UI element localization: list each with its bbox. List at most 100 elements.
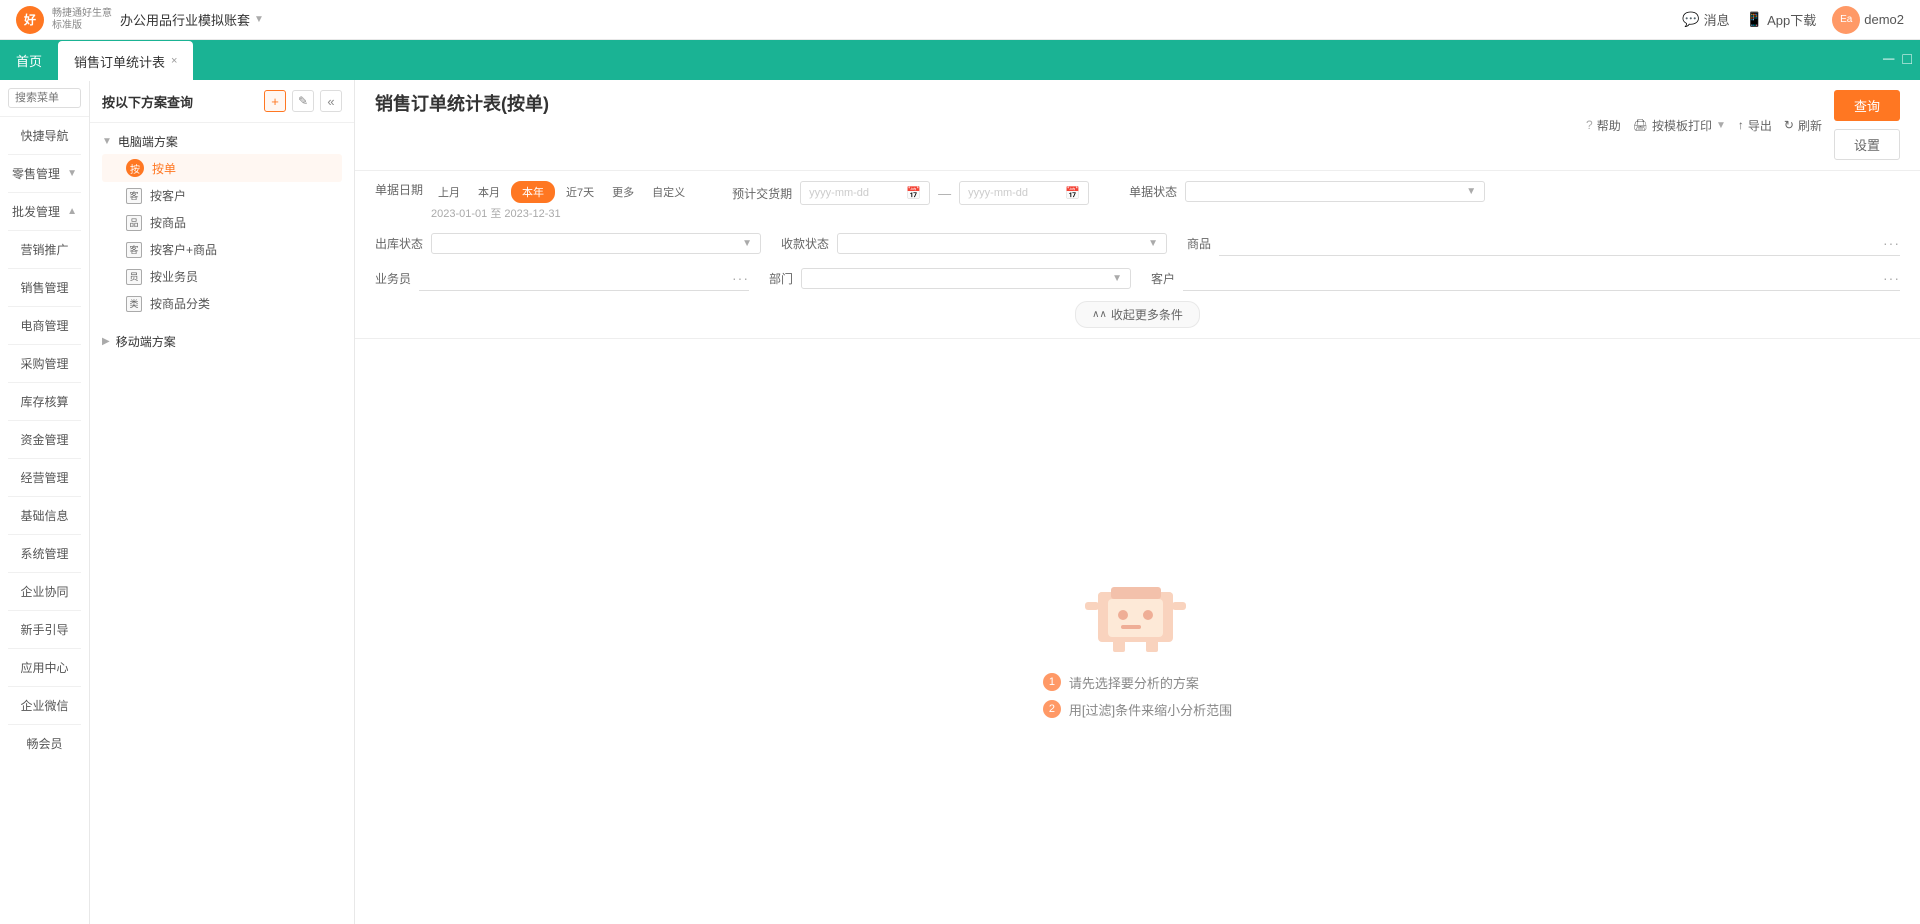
tab-close-btn[interactable]: × [171, 55, 177, 67]
message-btn[interactable]: 💬 消息 [1682, 10, 1729, 29]
refresh-btn[interactable]: ↻ 刷新 [1784, 117, 1822, 134]
sidebar-item-sales[interactable]: 销售管理 [0, 269, 89, 306]
customer-input[interactable]: ··· [1183, 266, 1900, 291]
customer-more-icon[interactable]: ··· [1883, 270, 1900, 286]
filter-area: 单据日期 上月 本月 本年 近7天 更多 自定义 2023-01-01 至 20… [355, 171, 1920, 339]
page-title: 销售订单统计表(按单) [375, 90, 549, 128]
calendar-end-icon: 📅 [1065, 186, 1080, 200]
date-btn-more[interactable]: 更多 [605, 181, 641, 203]
sidebar-item-newbie[interactable]: 新手引导 [0, 611, 89, 648]
date-btn-last-month[interactable]: 上月 [431, 181, 467, 203]
sidebar-item-inventory[interactable]: 库存核算 [0, 383, 89, 420]
pc-group-expand-icon: ▼ [102, 136, 112, 147]
main-layout: 快捷导航 零售管理 ▼ 批发管理 ▲ 营销推广 销售管理 电商管理 采购管理 库… [0, 80, 1920, 924]
collapse-panel-btn[interactable]: « [320, 90, 342, 112]
user-profile[interactable]: Ea demo2 [1832, 6, 1904, 34]
date-btn-this-month[interactable]: 本月 [471, 181, 507, 203]
tab-bar: 首页 销售订单统计表 × ─ □ [0, 40, 1920, 80]
customer-label: 客户 [1151, 270, 1175, 287]
edit-scheme-btn[interactable]: ✎ [292, 90, 314, 112]
tab-home[interactable]: 首页 [0, 40, 58, 80]
goods-input[interactable]: ··· [1219, 231, 1900, 256]
tip-num-1: 1 [1043, 673, 1061, 691]
empty-illustration [1073, 537, 1203, 657]
print-btn[interactable]: 🖨 按模板打印 ▼ [1633, 117, 1726, 134]
staff-input[interactable]: ··· [419, 266, 749, 291]
tab-minimize-btn[interactable]: ─ [1883, 51, 1894, 69]
sidebar-item-wechat[interactable]: 企业微信 [0, 687, 89, 724]
tab-maximize-btn[interactable]: □ [1902, 51, 1912, 69]
filter-row-1: 单据日期 上月 本月 本年 近7天 更多 自定义 2023-01-01 至 20… [375, 181, 1900, 221]
sidebar: 快捷导航 零售管理 ▼ 批发管理 ▲ 营销推广 销售管理 电商管理 采购管理 库… [0, 80, 90, 924]
dept-select[interactable]: ▼ [801, 268, 1131, 289]
sidebar-item-basic[interactable]: 基础信息 [0, 497, 89, 534]
collapse-icon: ∧∧ [1092, 309, 1107, 320]
delivery-select[interactable]: ▼ [431, 233, 761, 254]
scheme-by-customer-icon: 客 [126, 188, 142, 204]
sidebar-item-finance[interactable]: 资金管理 [0, 421, 89, 458]
scheme-item-by-staff[interactable]: 员 按业务员 [102, 263, 342, 290]
sidebar-item-ecommerce[interactable]: 电商管理 [0, 307, 89, 344]
date-separator: — [938, 186, 951, 201]
expected-date-end[interactable]: yyyy-mm-dd 📅 [959, 181, 1089, 205]
scheme-item-by-goods[interactable]: 品 按商品 [102, 209, 342, 236]
date-filter-label: 单据日期 [375, 181, 423, 198]
logo-icon: 好 [16, 6, 44, 34]
collapse-btn[interactable]: ∧∧ 收起更多条件 [1075, 301, 1200, 328]
sidebar-item-appstore[interactable]: 应用中心 [0, 649, 89, 686]
date-btn-last-7[interactable]: 近7天 [559, 181, 601, 203]
help-btn[interactable]: ? 帮助 [1586, 117, 1621, 134]
staff-more-icon[interactable]: ··· [732, 270, 749, 286]
dept-label: 部门 [769, 270, 793, 287]
scheme-group-mobile-header[interactable]: ▶ 移动端方案 [102, 329, 342, 354]
sidebar-item-quick-nav[interactable]: 快捷导航 [0, 117, 89, 154]
phone-icon: 📱 [1746, 11, 1763, 28]
tab-bar-actions: ─ □ [1883, 51, 1920, 69]
query-button[interactable]: 查询 [1834, 90, 1900, 121]
app-download-btn[interactable]: 📱 App下载 [1746, 10, 1817, 29]
scheme-group-mobile: ▶ 移动端方案 [90, 323, 354, 360]
scheme-by-order-icon: 按 [126, 159, 144, 177]
workspace-selector[interactable]: 办公用品行业模拟账套 ▼ [120, 10, 264, 29]
sidebar-item-retail[interactable]: 零售管理 ▼ [0, 155, 89, 192]
scheme-item-by-order[interactable]: 按 按单 [102, 154, 342, 182]
app-title: 畅捷通好生意 标准版 [52, 8, 112, 32]
payment-select[interactable]: ▼ [837, 233, 1167, 254]
goods-label: 商品 [1187, 235, 1211, 252]
settings-button[interactable]: 设置 [1834, 129, 1900, 160]
wholesale-expand-icon: ▲ [67, 206, 77, 217]
expected-date-start[interactable]: yyyy-mm-dd 📅 [800, 181, 930, 205]
scheme-by-goods-icon: 品 [126, 215, 142, 231]
print-icon: 🖨 [1633, 118, 1648, 132]
export-icon: ↑ [1738, 118, 1744, 132]
sidebar-item-purchase[interactable]: 采购管理 [0, 345, 89, 382]
scheme-by-cust-goods-icon: 客 [126, 242, 142, 258]
sidebar-item-wholesale[interactable]: 批发管理 ▲ [0, 193, 89, 230]
date-btn-custom[interactable]: 自定义 [645, 181, 692, 203]
top-bar-left: 好 畅捷通好生意 标准版 办公用品行业模拟账套 ▼ [16, 6, 264, 34]
add-scheme-btn[interactable]: + [264, 90, 286, 112]
expected-date-label: 预计交货期 [732, 185, 792, 202]
sidebar-item-members[interactable]: 畅会员 [0, 725, 89, 762]
scheme-group-pc-header[interactable]: ▼ 电脑端方案 [102, 129, 342, 154]
top-bar-right: 💬 消息 📱 App下载 Ea demo2 [1682, 6, 1904, 34]
goods-more-icon[interactable]: ··· [1883, 235, 1900, 251]
avatar: Ea [1832, 6, 1860, 34]
search-input[interactable] [8, 88, 81, 108]
sidebar-item-operations[interactable]: 经营管理 [0, 459, 89, 496]
scheme-item-by-customer[interactable]: 客 按客户 [102, 182, 342, 209]
status-dropdown-icon: ▼ [1466, 186, 1476, 197]
help-icon: ? [1586, 118, 1593, 132]
status-select[interactable]: ▼ [1185, 181, 1485, 202]
date-btn-this-year[interactable]: 本年 [511, 181, 555, 203]
scheme-item-by-cust-goods[interactable]: 客 按客户+商品 [102, 236, 342, 263]
collapse-filter-area: ∧∧ 收起更多条件 [375, 297, 1900, 328]
sidebar-item-system[interactable]: 系统管理 [0, 535, 89, 572]
tab-sales-order[interactable]: 销售订单统计表 × [58, 41, 193, 81]
sidebar-item-marketing[interactable]: 营销推广 [0, 231, 89, 268]
scheme-group-pc: ▼ 电脑端方案 按 按单 客 按客户 品 按商品 客 按客户+商品 员 按业务员 [90, 123, 354, 323]
sidebar-item-enterprise[interactable]: 企业协同 [0, 573, 89, 610]
scheme-item-by-category[interactable]: 类 按商品分类 [102, 290, 342, 317]
export-btn[interactable]: ↑ 导出 [1738, 117, 1772, 134]
content-area: 销售订单统计表(按单) ? 帮助 🖨 按模板打印 ▼ ↑ 导出 ↻ 刷新 [355, 80, 1920, 924]
